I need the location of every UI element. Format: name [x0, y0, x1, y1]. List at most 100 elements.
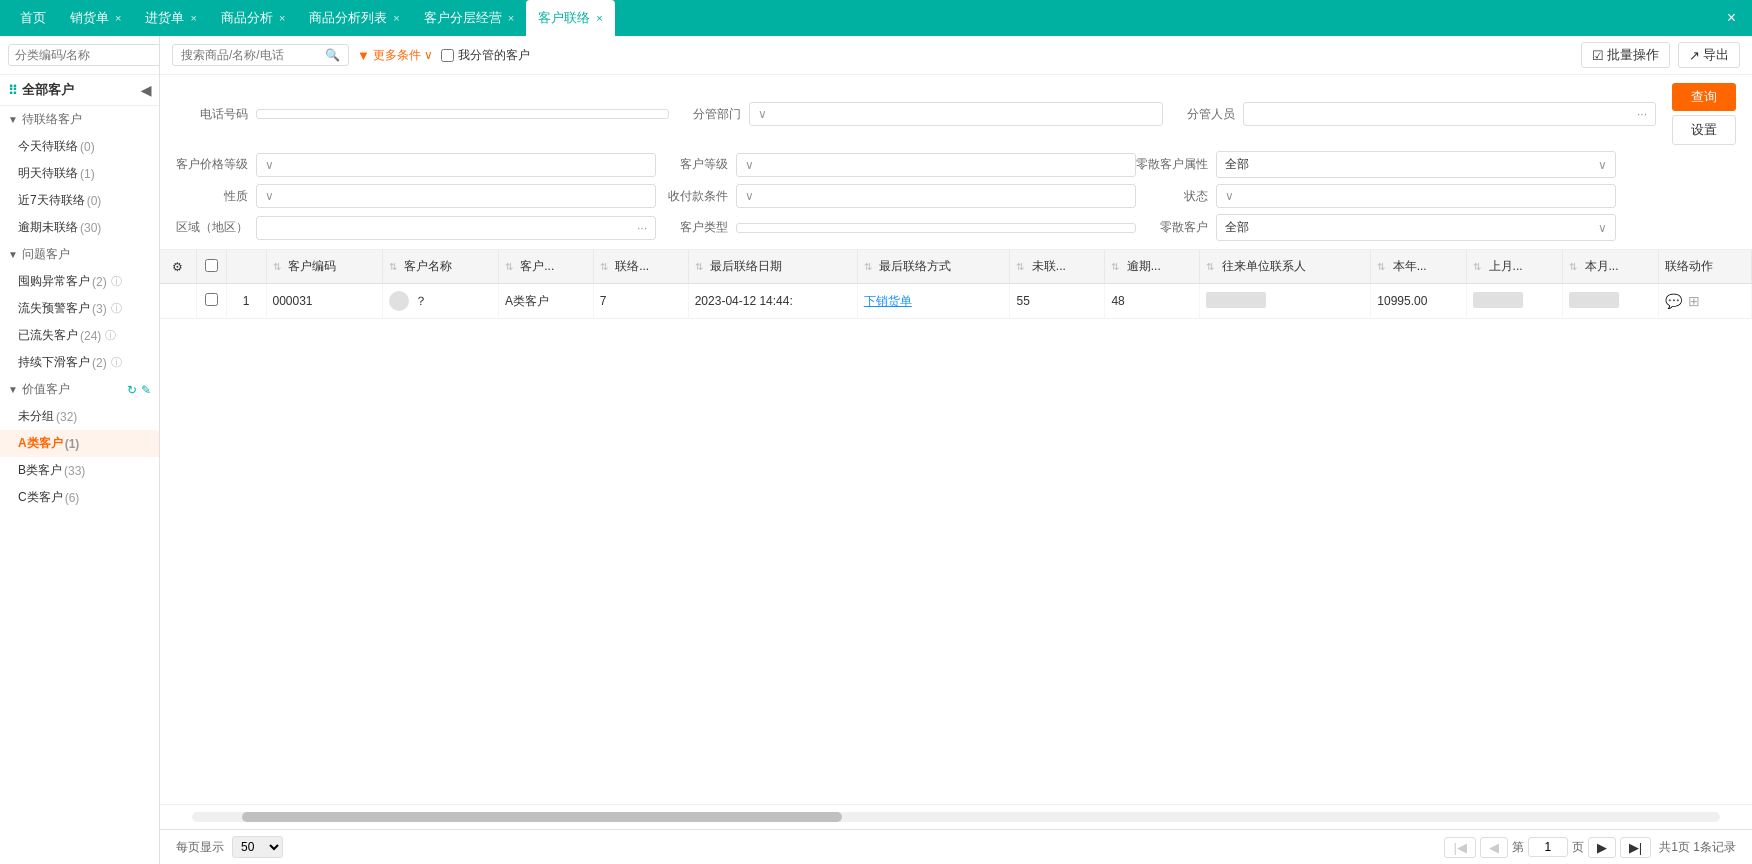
info-icon-4[interactable]: ⓘ — [111, 355, 122, 370]
page-number-input[interactable] — [1528, 837, 1568, 857]
sort-handle-contact[interactable]: ⇅ — [600, 261, 608, 272]
customer-type-input[interactable] — [736, 223, 1136, 233]
search-icon[interactable]: 🔍 — [325, 48, 340, 62]
td-code: 000031 — [266, 284, 382, 319]
nature-dropdown[interactable]: ∨ — [256, 184, 656, 208]
close-window-button[interactable]: × — [1719, 9, 1744, 27]
query-button[interactable]: 查询 — [1672, 83, 1736, 111]
nav-home[interactable]: 首页 — [8, 0, 58, 36]
price-level-dropdown[interactable]: ∨ — [256, 153, 656, 177]
status-dropdown[interactable]: ∨ — [1216, 184, 1616, 208]
problem-customers-group[interactable]: ▼ 问题客户 — [0, 241, 159, 268]
region-input[interactable]: ··· — [256, 216, 656, 240]
export-button[interactable]: ↗ 导出 — [1678, 42, 1740, 68]
td-num: 1 — [226, 284, 266, 319]
th-actions: 联络动作 — [1659, 250, 1752, 284]
info-icon-3[interactable]: ⓘ — [105, 328, 116, 343]
settings-gear-icon[interactable]: ⚙ — [172, 260, 183, 274]
manager-input[interactable]: ··· — [1243, 102, 1656, 126]
sort-handle-name[interactable]: ⇅ — [389, 261, 397, 272]
sort-handle-level[interactable]: ⇅ — [505, 261, 513, 272]
sidebar-search-input[interactable] — [8, 44, 160, 66]
customer-level-dropdown[interactable]: ∨ — [736, 153, 1136, 177]
value-customers-group[interactable]: ▼ 价值客户 ↻ ✎ — [0, 376, 159, 403]
th-num — [226, 250, 266, 284]
sidebar-class-b[interactable]: B类客户 (33) — [0, 457, 159, 484]
nav-purchase[interactable]: 进货单 × — [133, 0, 208, 36]
first-page-button[interactable]: |◀ — [1444, 837, 1475, 858]
sidebar-collapse-icon[interactable]: ◀ — [141, 83, 151, 98]
sidebar-class-a[interactable]: A类客户 (1) — [0, 430, 159, 457]
sidebar: 🔍 ⠿ 全部客户 ◀ ▼ 待联络客户 今天待联络 (0) 明天待联络 (1) 近… — [0, 36, 160, 864]
td-this-month — [1563, 284, 1659, 319]
retail-customer-dropdown[interactable]: 全部 ∨ — [1216, 214, 1616, 241]
nav-customer-tier[interactable]: 客户分层经营 × — [412, 0, 526, 36]
th-last-date: ⇅ 最后联络日期 — [688, 250, 857, 284]
sort-handle-code[interactable]: ⇅ — [273, 261, 281, 272]
row-checkbox[interactable] — [205, 293, 218, 306]
close-product-list-tab[interactable]: × — [393, 12, 399, 24]
retail-attr-dropdown[interactable]: 全部 ∨ — [1216, 151, 1616, 178]
sort-handle-contact2[interactable]: ⇅ — [1206, 261, 1214, 272]
sidebar-class-c[interactable]: C类客户 (6) — [0, 484, 159, 511]
sort-handle-thisyear[interactable]: ⇅ — [1377, 261, 1385, 272]
nav-sales[interactable]: 销货单 × — [58, 0, 133, 36]
phone-input[interactable] — [256, 109, 669, 119]
sort-handle-thismonth[interactable]: ⇅ — [1569, 261, 1577, 272]
sort-handle-nocontact[interactable]: ⇅ — [1016, 261, 1024, 272]
nav-customer-contact[interactable]: 客户联络 × — [526, 0, 614, 36]
payment-dropdown[interactable]: ∨ — [736, 184, 1136, 208]
close-customer-tier-tab[interactable]: × — [508, 12, 514, 24]
message-action-icon[interactable]: 💬 — [1665, 293, 1682, 309]
batch-operations-button[interactable]: ☑ 批量操作 — [1581, 42, 1670, 68]
price-level-field: 客户价格等级 ∨ — [176, 153, 656, 177]
nav-product-analysis[interactable]: 商品分析 × — [209, 0, 297, 36]
info-icon-1[interactable]: ⓘ — [111, 274, 122, 289]
close-customer-contact-tab[interactable]: × — [596, 12, 602, 24]
page-size-select[interactable]: 50 100 200 — [232, 836, 283, 858]
sidebar-7days-contact[interactable]: 近7天待联络 (0) — [0, 187, 159, 214]
th-contact: ⇅ 联络... — [593, 250, 688, 284]
qr-action-icon[interactable]: ⊞ — [1688, 293, 1700, 309]
sort-handle-method[interactable]: ⇅ — [864, 261, 872, 272]
close-sales-tab[interactable]: × — [115, 12, 121, 24]
nav-product-list[interactable]: 商品分析列表 × — [297, 0, 411, 36]
close-product-tab[interactable]: × — [279, 12, 285, 24]
dept-dropdown[interactable]: ∨ — [749, 102, 1162, 126]
sidebar-declining[interactable]: 持续下滑客户 (2) ⓘ — [0, 349, 159, 376]
main-layout: 🔍 ⠿ 全部客户 ◀ ▼ 待联络客户 今天待联络 (0) 明天待联络 (1) 近… — [0, 36, 1752, 864]
edit-icon[interactable]: ✎ — [141, 383, 151, 397]
pending-contact-group[interactable]: ▼ 待联络客户 — [0, 106, 159, 133]
sidebar-churned[interactable]: 已流失客户 (24) ⓘ — [0, 322, 159, 349]
last-method-link[interactable]: 下销货单 — [864, 294, 912, 308]
sort-handle-date[interactable]: ⇅ — [695, 261, 703, 272]
horizontal-scrollbar[interactable] — [160, 804, 1752, 829]
dropdown-arrow-icon-8: ∨ — [1598, 221, 1607, 235]
last-page-button[interactable]: ▶| — [1620, 837, 1651, 858]
nature-field: 性质 ∨ — [176, 184, 656, 208]
search-input[interactable] — [181, 48, 321, 62]
sidebar-churn-warning[interactable]: 流失预警客户 (3) ⓘ — [0, 295, 159, 322]
sort-handle-lastmonth[interactable]: ⇅ — [1473, 261, 1481, 272]
customer-type-field: 客户类型 — [656, 219, 1136, 236]
sidebar-tomorrow-contact[interactable]: 明天待联络 (1) — [0, 160, 159, 187]
sidebar-overdue-contact[interactable]: 逾期未联络 (30) — [0, 214, 159, 241]
more-filters-button[interactable]: ▼ 更多条件 ∨ — [357, 47, 433, 64]
sidebar-hoarding-anomaly[interactable]: 囤购异常客户 (2) ⓘ — [0, 268, 159, 295]
next-page-button[interactable]: ▶ — [1588, 837, 1616, 858]
prev-page-button[interactable]: ◀ — [1480, 837, 1508, 858]
sidebar-unclassified[interactable]: 未分组 (32) — [0, 403, 159, 430]
my-customers-checkbox-input[interactable] — [441, 49, 454, 62]
refresh-icon[interactable]: ↻ — [127, 383, 137, 397]
sidebar-today-contact[interactable]: 今天待联络 (0) — [0, 133, 159, 160]
td-last-date: 2023-04-12 14:44: — [688, 284, 857, 319]
customer-avatar — [389, 291, 409, 311]
settings-button[interactable]: 设置 — [1672, 115, 1736, 145]
td-last-month — [1467, 284, 1563, 319]
select-all-checkbox[interactable] — [205, 259, 218, 272]
td-name: ？ — [382, 284, 498, 319]
info-icon-2[interactable]: ⓘ — [111, 301, 122, 316]
customer-table: ⚙ ⇅ 客户编码 ⇅ 客户名称 — [160, 250, 1752, 319]
sort-handle-overdue[interactable]: ⇅ — [1111, 261, 1119, 272]
close-purchase-tab[interactable]: × — [190, 12, 196, 24]
